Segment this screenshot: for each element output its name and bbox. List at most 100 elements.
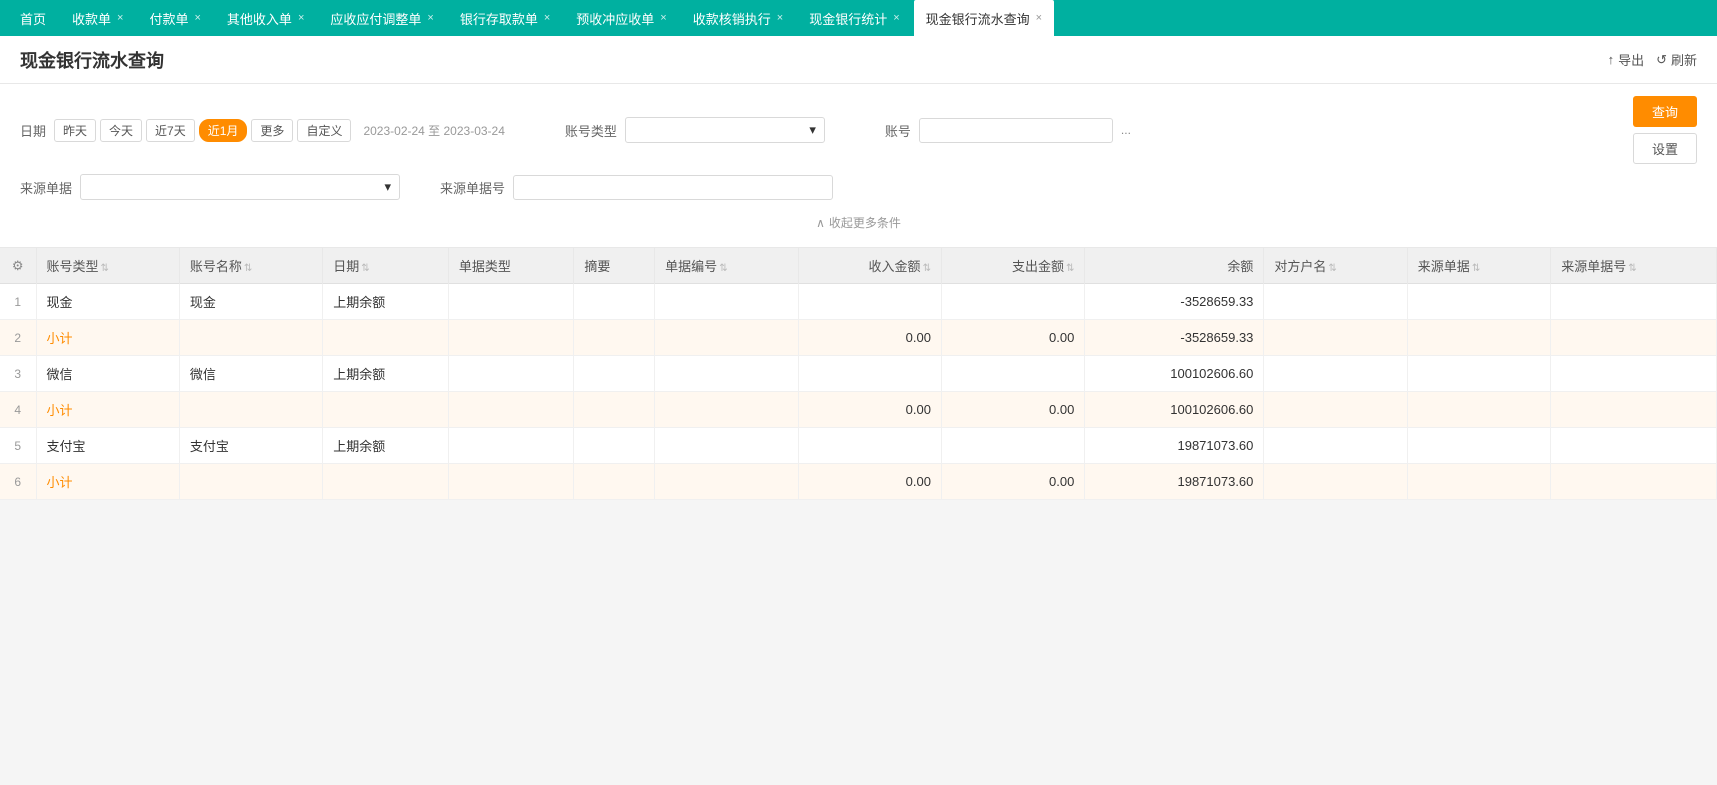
date-filter-group: 日期 昨天 今天 近7天 近1月 更多 自定义 2023-02-24 至 202… xyxy=(20,119,505,142)
nav-bank-stats[interactable]: 现金银行统计 × xyxy=(797,0,911,36)
data-table: ⚙ 账号类型⇅ 账号名称⇅ 日期⇅ 单据类型 摘要 单据编号⇅ xyxy=(0,248,1717,500)
table-settings-icon[interactable]: ⚙ xyxy=(12,258,24,273)
close-icon[interactable]: × xyxy=(117,12,123,24)
account-input[interactable] xyxy=(919,118,1113,143)
more-options-button[interactable]: ... xyxy=(1121,123,1131,137)
refresh-button[interactable]: ↺ 刷新 xyxy=(1656,50,1697,69)
chevron-down-icon: ▾ xyxy=(809,122,816,138)
account-type-select[interactable]: ▾ xyxy=(625,117,825,143)
collapse-bar[interactable]: ∧ 收起更多条件 xyxy=(20,210,1697,235)
table-cell xyxy=(655,392,798,428)
table-cell xyxy=(179,392,322,428)
table-cell xyxy=(1264,284,1407,320)
refresh-icon: ↺ xyxy=(1656,52,1667,68)
chevron-down-icon: ▾ xyxy=(384,179,391,195)
table-cell: 0.00 xyxy=(798,320,941,356)
nav-other-income[interactable]: 其他收入单 × xyxy=(215,0,316,36)
nav-adjustment[interactable]: 应收应付调整单 × xyxy=(318,0,445,36)
page-title: 现金银行流水查询 xyxy=(20,47,164,73)
table-cell: 0.00 xyxy=(798,464,941,500)
table-cell: 上期余额 xyxy=(323,284,449,320)
table-cell: 19871073.60 xyxy=(1085,464,1264,500)
table-area: ⚙ 账号类型⇅ 账号名称⇅ 日期⇅ 单据类型 摘要 单据编号⇅ xyxy=(0,248,1717,500)
table-cell xyxy=(655,464,798,500)
table-cell xyxy=(179,320,322,356)
close-icon[interactable]: × xyxy=(777,12,783,24)
table-cell xyxy=(448,320,574,356)
query-button[interactable]: 查询 xyxy=(1633,96,1697,127)
table-cell xyxy=(448,356,574,392)
table-cell xyxy=(1264,464,1407,500)
table-cell: 0.00 xyxy=(941,464,1084,500)
table-cell xyxy=(655,320,798,356)
setting-button[interactable]: 设置 xyxy=(1633,133,1697,164)
table-row: 6小计0.000.0019871073.60 xyxy=(0,464,1717,500)
table-cell xyxy=(941,284,1084,320)
source-doc-no-filter-group: 来源单据号 xyxy=(440,175,833,200)
source-doc-label: 来源单据 xyxy=(20,178,72,197)
table-cell: 小计 xyxy=(36,464,179,500)
header-actions: ↑ 导出 ↺ 刷新 xyxy=(1608,50,1697,69)
nav-receipt[interactable]: 收款单 × xyxy=(60,0,135,36)
table-cell: 微信 xyxy=(36,356,179,392)
close-icon[interactable]: × xyxy=(893,12,899,24)
table-cell: 微信 xyxy=(179,356,322,392)
th-account-name: 账号名称⇅ xyxy=(179,248,322,284)
date-btn-custom[interactable]: 自定义 xyxy=(297,119,351,142)
nav-collection[interactable]: 收款核销执行 × xyxy=(681,0,795,36)
table-cell xyxy=(1407,356,1550,392)
table-cell xyxy=(655,428,798,464)
source-doc-no-input[interactable] xyxy=(513,175,833,200)
table-cell: 现金 xyxy=(36,284,179,320)
source-doc-select[interactable]: ▾ xyxy=(80,174,400,200)
nav-bank-deposit[interactable]: 银行存取款单 × xyxy=(448,0,562,36)
table-cell: -3528659.33 xyxy=(1085,284,1264,320)
date-quick-buttons: 昨天 今天 近7天 近1月 更多 自定义 xyxy=(54,119,351,142)
close-icon[interactable]: × xyxy=(660,12,666,24)
table-cell xyxy=(1407,284,1550,320)
nav-bank-flow[interactable]: 现金银行流水查询 × xyxy=(914,0,1054,36)
table-cell: 1 xyxy=(0,284,36,320)
th-income: 收入金额⇅ xyxy=(798,248,941,284)
nav-payment[interactable]: 付款单 × xyxy=(137,0,212,36)
filter-row-2: 来源单据 ▾ 来源单据号 xyxy=(20,174,1697,200)
table-cell xyxy=(1407,464,1550,500)
table-cell xyxy=(798,428,941,464)
table-cell: 6 xyxy=(0,464,36,500)
top-navigation: 首页 收款单 × 付款单 × 其他收入单 × 应收应付调整单 × 银行存取款单 … xyxy=(0,0,1717,36)
nav-home[interactable]: 首页 xyxy=(8,0,58,36)
settings-column-header: ⚙ xyxy=(0,248,36,284)
th-account-type: 账号类型⇅ xyxy=(36,248,179,284)
close-icon[interactable]: × xyxy=(1036,12,1042,24)
table-cell xyxy=(574,320,655,356)
table-row: 1现金现金上期余额-3528659.33 xyxy=(0,284,1717,320)
date-btn-7days[interactable]: 近7天 xyxy=(146,119,195,142)
export-icon: ↑ xyxy=(1608,52,1615,67)
date-btn-more[interactable]: 更多 xyxy=(251,119,293,142)
table-cell xyxy=(1551,284,1717,320)
table-cell: 上期余额 xyxy=(323,428,449,464)
date-btn-1month[interactable]: 近1月 xyxy=(199,119,248,142)
account-label: 账号 xyxy=(885,121,911,140)
close-icon[interactable]: × xyxy=(427,12,433,24)
table-cell xyxy=(1407,320,1550,356)
close-icon[interactable]: × xyxy=(298,12,304,24)
nav-advance[interactable]: 预收冲应收单 × xyxy=(564,0,678,36)
table-cell xyxy=(1551,356,1717,392)
table-cell xyxy=(655,284,798,320)
table-cell: 0.00 xyxy=(941,320,1084,356)
table-cell: 0.00 xyxy=(941,392,1084,428)
table-cell xyxy=(179,464,322,500)
table-cell xyxy=(798,284,941,320)
table-cell: 2 xyxy=(0,320,36,356)
account-filter-group: 账号 ... xyxy=(885,118,1131,143)
date-btn-yesterday[interactable]: 昨天 xyxy=(54,119,96,142)
date-range-display: 2023-02-24 至 2023-03-24 xyxy=(363,122,504,139)
date-btn-today[interactable]: 今天 xyxy=(100,119,142,142)
source-doc-filter-group: 来源单据 ▾ xyxy=(20,174,400,200)
close-icon[interactable]: × xyxy=(544,12,550,24)
table-cell: 上期余额 xyxy=(323,356,449,392)
export-button[interactable]: ↑ 导出 xyxy=(1608,50,1645,69)
close-icon[interactable]: × xyxy=(194,12,200,24)
table-cell xyxy=(323,320,449,356)
